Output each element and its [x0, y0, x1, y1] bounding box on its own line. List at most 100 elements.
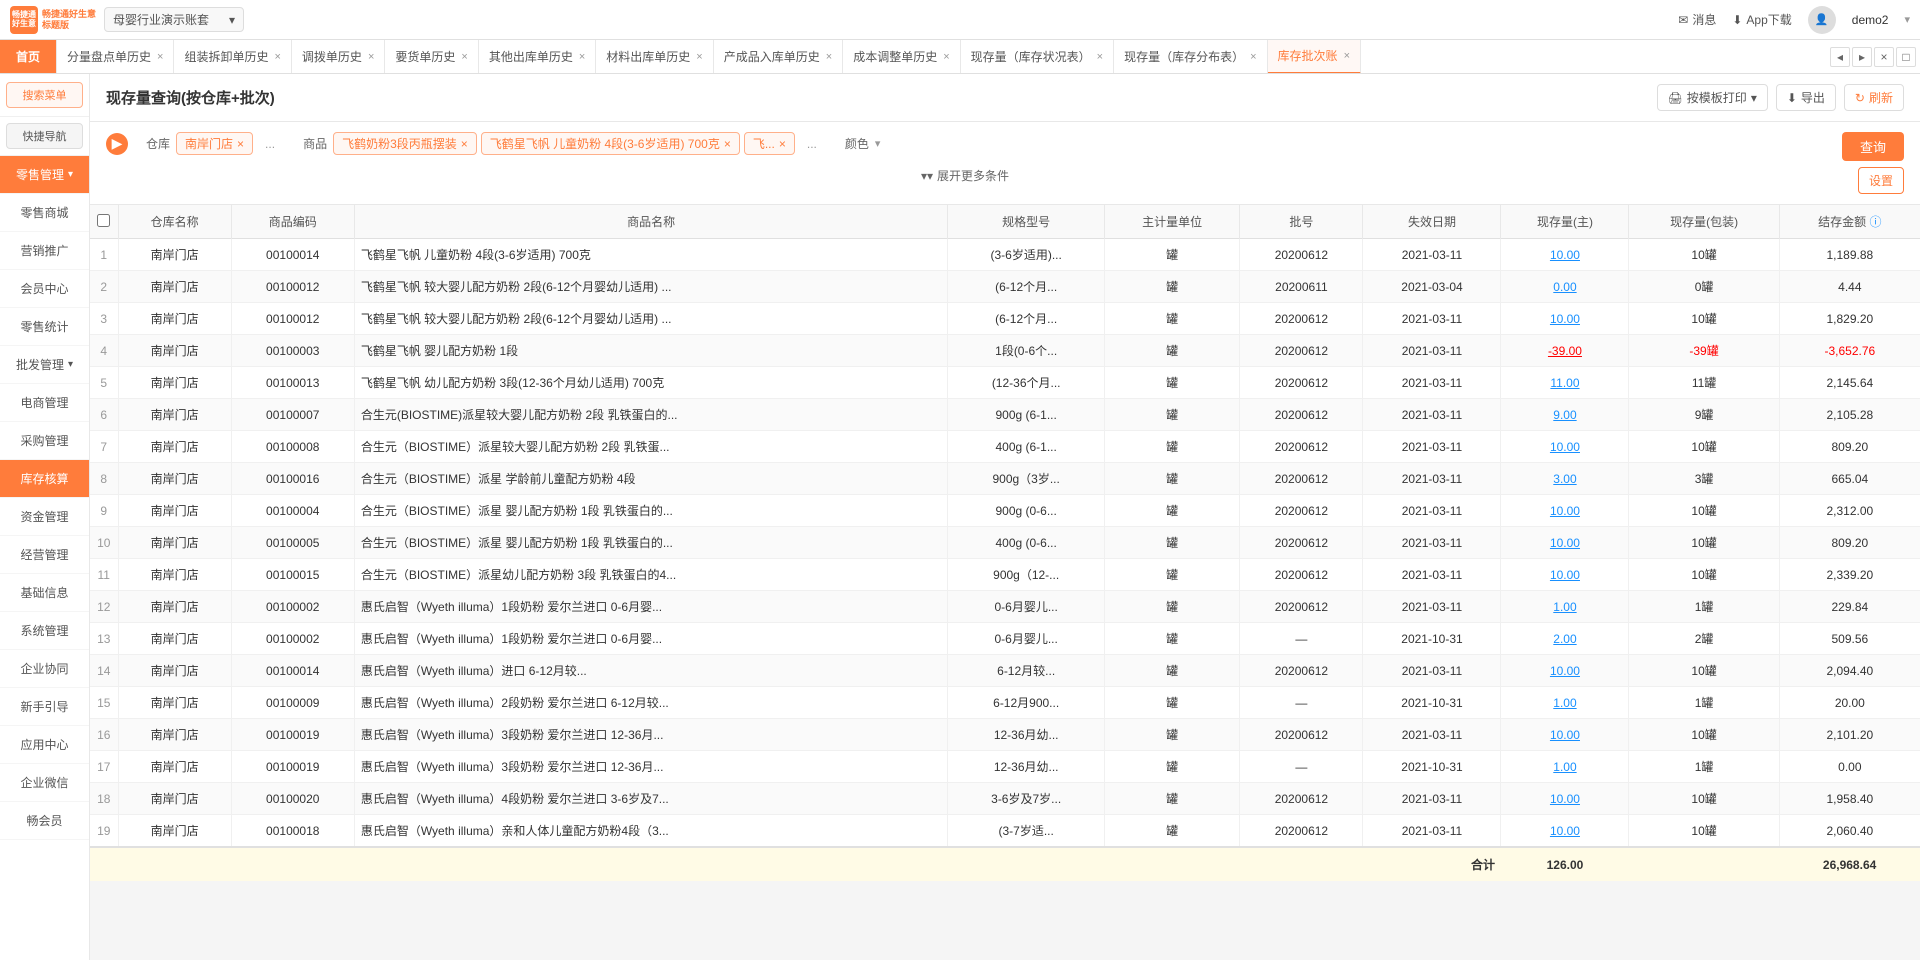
qty-main-link-18[interactable]: 10.00 — [1550, 792, 1580, 806]
sidebar-item-retail-mgmt[interactable]: 零售管理 ▾ — [0, 156, 89, 194]
sidebar-item-purchase[interactable]: 采购管理 — [0, 422, 89, 460]
sidebar-item-inventory[interactable]: 库存核算 — [0, 460, 89, 498]
sidebar-item-vip[interactable]: 畅会员 — [0, 802, 89, 840]
close-fenpan[interactable]: × — [157, 51, 163, 63]
product-more-btn[interactable]: ... — [807, 137, 817, 151]
remove-product2-icon[interactable]: × — [724, 137, 731, 151]
qty-main-link-16[interactable]: 10.00 — [1550, 728, 1580, 742]
qty-main-link-3[interactable]: 10.00 — [1550, 312, 1580, 326]
sidebar-item-batch-mgmt[interactable]: 批发管理 ▾ — [0, 346, 89, 384]
sidebar-item-retail-stat[interactable]: 零售统计 — [0, 308, 89, 346]
table-row: 1 南岸门店 00100014 飞鹤星飞帆 儿童奶粉 4段(3-6岁适用) 70… — [90, 239, 1920, 271]
tab-qitachu[interactable]: 其他出库单历史 × — [479, 40, 596, 74]
qty-main-link-7[interactable]: 10.00 — [1550, 440, 1580, 454]
select-all-checkbox[interactable] — [97, 214, 110, 227]
tab-fenpan[interactable]: 分量盘点单历史 × — [57, 40, 174, 74]
qty-main-link-6[interactable]: 9.00 — [1553, 408, 1576, 422]
sidebar-item-marketing[interactable]: 营销推广 — [0, 232, 89, 270]
logo: 畅捷通好生意 畅捷通好生意 标题版 — [10, 6, 96, 34]
qty-main-link-19[interactable]: 10.00 — [1550, 824, 1580, 838]
warehouse-tag-nanangan[interactable]: 南岸门店 × — [176, 132, 253, 155]
tab-zuchai[interactable]: 组装拆卸单历史 × — [174, 40, 291, 74]
tab-chengbentiao[interactable]: 成本调整单历史 × — [843, 40, 960, 74]
product-tag-2[interactable]: 飞鹤星飞帆 儿童奶粉 4段(3-6岁适用) 700克 × — [481, 132, 740, 155]
filter-more-btn[interactable]: ... — [265, 137, 275, 151]
tab-chengpinru[interactable]: 产成品入库单历史 × — [714, 40, 843, 74]
tab-xianzai1[interactable]: 现存量（库存状况表） × — [961, 40, 1114, 74]
qty-main-link-11[interactable]: 10.00 — [1550, 568, 1580, 582]
sidebar-item-retail-shop[interactable]: 零售商城 — [0, 194, 89, 232]
qty-main-link-17[interactable]: 1.00 — [1553, 760, 1576, 774]
user-dropdown-icon[interactable]: ▾ — [1904, 13, 1910, 26]
sidebar-item-appcenter[interactable]: 应用中心 — [0, 726, 89, 764]
tab-home[interactable]: 首页 — [0, 40, 57, 74]
tab-xianzai2[interactable]: 现存量（库存分布表） × — [1114, 40, 1267, 74]
qty-main-link-13[interactable]: 2.00 — [1553, 632, 1576, 646]
filter-warehouse: 仓库 南岸门店 × — [146, 132, 253, 155]
tab-yaohuo[interactable]: 要货单历史 × — [385, 40, 478, 74]
sidebar-item-member[interactable]: 会员中心 — [0, 270, 89, 308]
close-tiaobo[interactable]: × — [368, 51, 374, 63]
sidebar-item-corpwx[interactable]: 企业微信 — [0, 764, 89, 802]
tab-cailiaochu[interactable]: 材料出库单历史 × — [596, 40, 713, 74]
quick-nav-button[interactable]: 快捷导航 — [6, 123, 83, 149]
sidebar-item-finance[interactable]: 资金管理 — [0, 498, 89, 536]
tab-pici[interactable]: 库存批次账 × — [1268, 40, 1361, 74]
search-menu-button[interactable]: 搜索菜单 — [6, 82, 83, 108]
expand-conditions-button[interactable]: ▾▾ 展开更多条件 — [921, 167, 1009, 184]
product-tag-3[interactable]: 飞... × — [744, 132, 795, 155]
refresh-button[interactable]: ↻ 刷新 — [1844, 84, 1904, 111]
qty-main-link-5[interactable]: 11.00 — [1550, 376, 1579, 390]
qty-main-link-2[interactable]: 0.00 — [1553, 280, 1576, 294]
qty-main-link-12[interactable]: 1.00 — [1553, 600, 1576, 614]
export-button[interactable]: ⬇ 导出 — [1776, 84, 1836, 111]
tab-next-button[interactable]: ▸ — [1852, 47, 1872, 67]
qty-main-link-15[interactable]: 1.00 — [1553, 696, 1576, 710]
amount-info-icon[interactable]: ⓘ — [1870, 215, 1882, 229]
close-chengbentiao[interactable]: × — [943, 51, 949, 63]
remove-product1-icon[interactable]: × — [461, 137, 468, 151]
cell-amount-14: 2,094.40 — [1779, 655, 1920, 687]
qty-main-link-8[interactable]: 3.00 — [1553, 472, 1576, 486]
sidebar-item-newguide[interactable]: 新手引导 — [0, 688, 89, 726]
qty-main-link-14[interactable]: 10.00 — [1550, 664, 1580, 678]
color-dropdown-icon[interactable]: ▾ — [875, 137, 881, 150]
filter-buttons-col: 查询 设置 — [1824, 132, 1904, 194]
remove-product3-icon[interactable]: × — [779, 137, 786, 151]
query-button[interactable]: 查询 — [1842, 132, 1904, 161]
qty-main-link-1[interactable]: 10.00 — [1550, 248, 1580, 262]
tab-prev-button[interactable]: ◂ — [1830, 47, 1850, 67]
close-xianzai2[interactable]: × — [1250, 51, 1256, 63]
sidebar-item-ecommerce[interactable]: 电商管理 — [0, 384, 89, 422]
sidebar-item-operation[interactable]: 经营管理 — [0, 536, 89, 574]
avatar[interactable]: 👤 — [1808, 6, 1836, 34]
tab-close-all-button[interactable]: × — [1874, 47, 1894, 67]
message-button[interactable]: ✉ 消息 — [1678, 11, 1716, 28]
filter-expand-arrow[interactable]: ▶ — [106, 133, 128, 155]
settings-button[interactable]: 设置 — [1858, 167, 1904, 194]
close-pici[interactable]: × — [1344, 50, 1350, 62]
app-download-button[interactable]: ⬇ App下载 — [1732, 11, 1791, 28]
close-chengpinru[interactable]: × — [826, 51, 832, 63]
close-yaohuo[interactable]: × — [461, 51, 467, 63]
qty-main-link-10[interactable]: 10.00 — [1550, 536, 1580, 550]
footer-qty-total: 126.00 — [1501, 847, 1629, 881]
remove-warehouse-icon[interactable]: × — [237, 137, 244, 151]
tab-maximize-button[interactable]: □ — [1896, 47, 1916, 67]
qty-main-link-9[interactable]: 10.00 — [1550, 504, 1580, 518]
close-cailiaochu[interactable]: × — [696, 51, 702, 63]
tab-tiaobo[interactable]: 调拨单历史 × — [292, 40, 385, 74]
close-zuchai[interactable]: × — [274, 51, 280, 63]
cell-batch-18: 20200612 — [1240, 783, 1363, 815]
template-print-button[interactable]: 🖨 按模板打印 ▾ — [1657, 84, 1768, 111]
close-qitachu[interactable]: × — [579, 51, 585, 63]
sidebar-item-system[interactable]: 系统管理 — [0, 612, 89, 650]
cell-no-10: 10 — [90, 527, 118, 559]
product-tag-1[interactable]: 飞鹤奶粉3段丙瓶摆装 × — [333, 132, 477, 155]
qty-main-link-4[interactable]: -39.00 — [1548, 344, 1582, 358]
sidebar-item-enterprise[interactable]: 企业协同 — [0, 650, 89, 688]
close-xianzai1[interactable]: × — [1097, 51, 1103, 63]
org-selector[interactable]: 母婴行业演示账套 ▾ — [104, 7, 244, 32]
sidebar-item-basic[interactable]: 基础信息 — [0, 574, 89, 612]
cell-qty-pkg-15: 1罐 — [1629, 687, 1779, 719]
